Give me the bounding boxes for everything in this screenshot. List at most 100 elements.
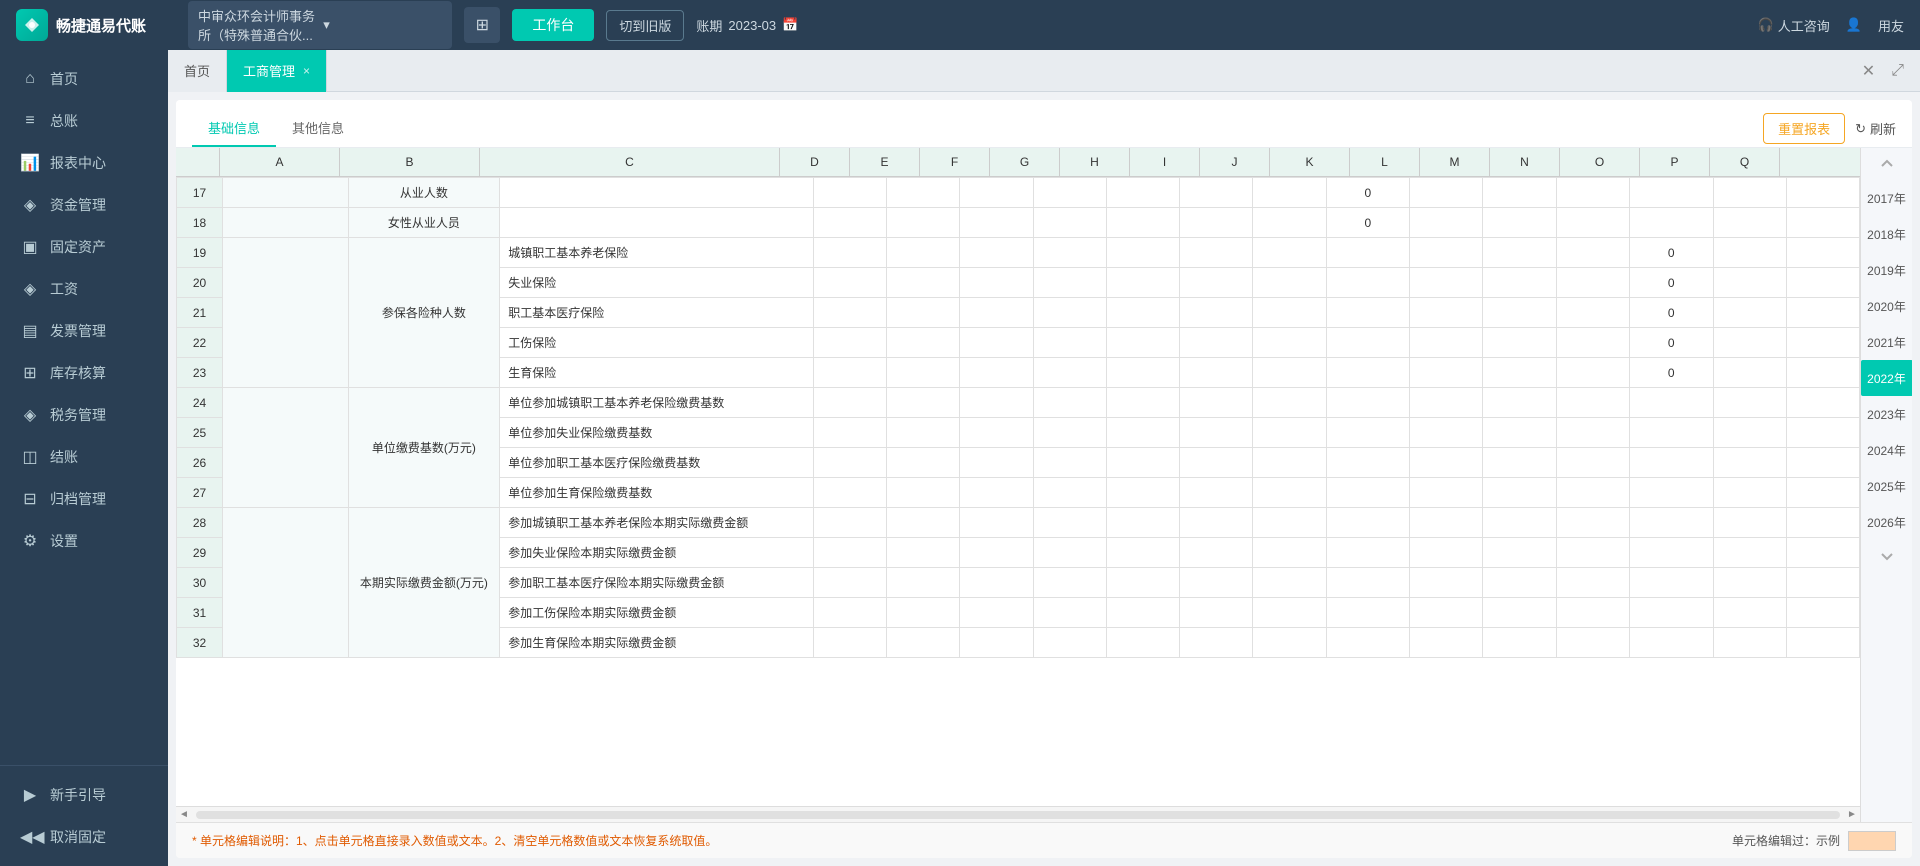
company-settings-icon[interactable]: ⊞ — [464, 7, 500, 43]
reset-report-button[interactable]: 重置报表 — [1763, 113, 1845, 144]
year-item-2023[interactable]: 2023年 — [1861, 396, 1913, 432]
cell-30-e[interactable] — [887, 568, 960, 598]
sidebar-item-tax[interactable]: ◈ 税务管理 — [0, 394, 168, 436]
cell-24-f[interactable] — [960, 388, 1033, 418]
cell-19-c[interactable]: 城镇职工基本养老保险 — [500, 238, 814, 268]
cell-24-a[interactable] — [223, 388, 349, 508]
cell-24-q[interactable] — [1786, 388, 1859, 418]
cell-23-g[interactable] — [1033, 358, 1106, 388]
cell-22-i[interactable] — [1180, 328, 1253, 358]
cell-29-l[interactable] — [1410, 538, 1483, 568]
cell-18-o[interactable] — [1629, 208, 1713, 238]
sub-tab-other[interactable]: 其他信息 — [276, 110, 360, 147]
cell-17-m[interactable] — [1483, 178, 1556, 208]
cell-17-i[interactable] — [1180, 178, 1253, 208]
cell-25-m[interactable] — [1483, 418, 1556, 448]
cell-17-n[interactable] — [1556, 178, 1629, 208]
sheet-scroll-area[interactable]: A B C D E F G H I J K L M N O — [176, 148, 1912, 806]
cell-30-d[interactable] — [813, 568, 886, 598]
cell-27-d[interactable] — [813, 478, 886, 508]
cell-21-p[interactable] — [1713, 298, 1786, 328]
cell-19-m[interactable] — [1483, 238, 1556, 268]
sidebar-item-guide[interactable]: ▶ 新手引导 — [0, 774, 168, 816]
cell-28-m[interactable] — [1483, 508, 1556, 538]
cell-25-q[interactable] — [1786, 418, 1859, 448]
cell-20-d[interactable] — [813, 268, 886, 298]
cell-23-e[interactable] — [887, 358, 960, 388]
cell-21-k[interactable] — [1326, 298, 1410, 328]
cell-32-f[interactable] — [960, 628, 1033, 658]
cell-26-l[interactable] — [1410, 448, 1483, 478]
year-item-2018[interactable]: 2018年 — [1861, 216, 1913, 252]
cell-26-c[interactable]: 单位参加职工基本医疗保险缴费基数 — [500, 448, 814, 478]
cell-26-e[interactable] — [887, 448, 960, 478]
cell-20-f[interactable] — [960, 268, 1033, 298]
cell-23-d[interactable] — [813, 358, 886, 388]
cell-27-j[interactable] — [1253, 478, 1326, 508]
cell-28-b[interactable]: 本期实际缴费金额(万元) — [348, 508, 500, 658]
year-item-2025[interactable]: 2025年 — [1861, 468, 1913, 504]
cell-20-j[interactable] — [1253, 268, 1326, 298]
cell-18-e[interactable] — [887, 208, 960, 238]
cell-18-g[interactable] — [1033, 208, 1106, 238]
cell-22-g[interactable] — [1033, 328, 1106, 358]
cell-18-p[interactable] — [1713, 208, 1786, 238]
cell-28-g[interactable] — [1033, 508, 1106, 538]
cell-32-h[interactable] — [1106, 628, 1179, 658]
cell-21-m[interactable] — [1483, 298, 1556, 328]
cell-26-p[interactable] — [1713, 448, 1786, 478]
cell-20-l[interactable] — [1410, 268, 1483, 298]
cell-25-g[interactable] — [1033, 418, 1106, 448]
cell-31-m[interactable] — [1483, 598, 1556, 628]
cell-28-q[interactable] — [1786, 508, 1859, 538]
cell-25-o[interactable] — [1629, 418, 1713, 448]
company-selector[interactable]: 中审众环会计师事务所（特殊普通合伙... ▾ — [188, 1, 452, 49]
sidebar-item-unpin[interactable]: ◀◀ 取消固定 — [0, 816, 168, 858]
cell-19-d[interactable] — [813, 238, 886, 268]
cell-23-j[interactable] — [1253, 358, 1326, 388]
cell-29-g[interactable] — [1033, 538, 1106, 568]
cell-17-l[interactable] — [1410, 178, 1483, 208]
sidebar-item-assets[interactable]: ▣ 固定资产 — [0, 226, 168, 268]
cell-19-h[interactable] — [1106, 238, 1179, 268]
cell-32-p[interactable] — [1713, 628, 1786, 658]
cell-30-m[interactable] — [1483, 568, 1556, 598]
cell-22-l[interactable] — [1410, 328, 1483, 358]
ai-consult-button[interactable]: 🎧 人工咨询 — [1758, 16, 1830, 35]
cell-17-g[interactable] — [1033, 178, 1106, 208]
cell-24-l[interactable] — [1410, 388, 1483, 418]
cell-30-n[interactable] — [1556, 568, 1629, 598]
cell-25-i[interactable] — [1180, 418, 1253, 448]
year-scroll-up-button[interactable] — [1861, 148, 1913, 180]
cell-18-i[interactable] — [1180, 208, 1253, 238]
cell-17-d[interactable] — [813, 178, 886, 208]
cell-24-n[interactable] — [1556, 388, 1629, 418]
cell-23-n[interactable] — [1556, 358, 1629, 388]
cell-23-i[interactable] — [1180, 358, 1253, 388]
refresh-button[interactable]: ↻ 刷新 — [1855, 119, 1896, 138]
cell-28-p[interactable] — [1713, 508, 1786, 538]
cell-19-b[interactable]: 参保各险种人数 — [348, 238, 500, 388]
cell-29-h[interactable] — [1106, 538, 1179, 568]
year-item-2017[interactable]: 2017年 — [1861, 180, 1913, 216]
cell-18-l[interactable] — [1410, 208, 1483, 238]
year-item-2026[interactable]: 2026年 — [1861, 504, 1913, 540]
cell-27-h[interactable] — [1106, 478, 1179, 508]
cell-26-f[interactable] — [960, 448, 1033, 478]
cell-24-i[interactable] — [1180, 388, 1253, 418]
cell-25-n[interactable] — [1556, 418, 1629, 448]
cell-28-e[interactable] — [887, 508, 960, 538]
cell-31-h[interactable] — [1106, 598, 1179, 628]
cell-22-h[interactable] — [1106, 328, 1179, 358]
cell-32-k[interactable] — [1326, 628, 1410, 658]
old-version-button[interactable]: 切到旧版 — [606, 10, 684, 41]
cell-24-h[interactable] — [1106, 388, 1179, 418]
cell-20-e[interactable] — [887, 268, 960, 298]
cell-20-n[interactable] — [1556, 268, 1629, 298]
cell-17-o[interactable] — [1629, 178, 1713, 208]
cell-29-i[interactable] — [1180, 538, 1253, 568]
cell-20-c[interactable]: 失业保险 — [500, 268, 814, 298]
scroll-right-button[interactable]: ► — [1844, 807, 1860, 823]
cell-30-f[interactable] — [960, 568, 1033, 598]
sidebar-item-reports[interactable]: 📊 报表中心 — [0, 142, 168, 184]
